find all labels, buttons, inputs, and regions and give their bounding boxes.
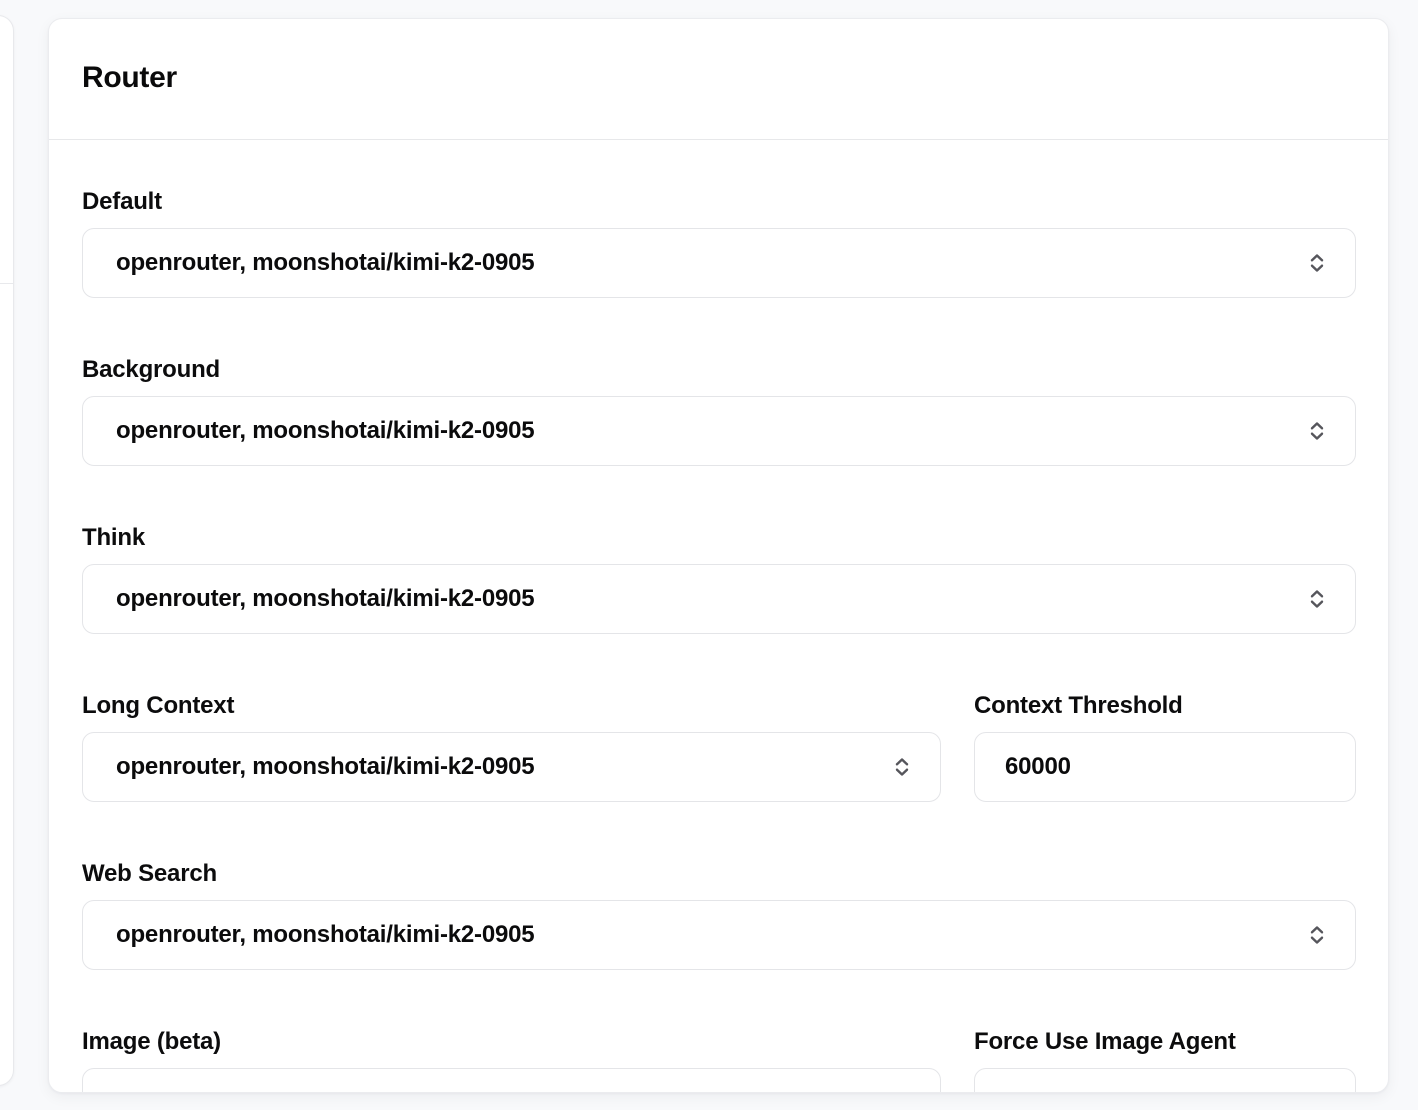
field-think: Think openrouter, moonshotai/kimi-k2-090… [82,523,1356,634]
long-context-label: Long Context [82,692,235,719]
web-search-label: Web Search [82,860,217,887]
long-context-column: Long Context openrouter, moonshotai/kimi… [82,691,941,802]
context-threshold-column: Context Threshold [974,691,1356,802]
card-body: Default openrouter, moonshotai/kimi-k2-0… [49,140,1388,1092]
card-title: Router [82,61,177,94]
left-partial-panel [0,15,14,1086]
background-select-value: openrouter, moonshotai/kimi-k2-0905 [116,417,535,444]
long-context-select-value: openrouter, moonshotai/kimi-k2-0905 [116,753,535,780]
context-threshold-label: Context Threshold [974,692,1183,719]
field-background: Background openrouter, moonshotai/kimi-k… [82,355,1356,466]
chevron-up-down-icon [1303,417,1331,445]
chevron-up-down-icon [1303,249,1331,277]
chevron-up-down-icon [888,753,916,781]
web-search-select-value: openrouter, moonshotai/kimi-k2-0905 [116,921,535,948]
think-label: Think [82,524,145,551]
long-context-model-select[interactable]: openrouter, moonshotai/kimi-k2-0905 [82,732,941,802]
force-image-agent-column: Force Use Image Agent [974,1027,1356,1092]
think-select-value: openrouter, moonshotai/kimi-k2-0905 [116,585,535,612]
force-image-agent-label: Force Use Image Agent [974,1028,1236,1055]
background-model-select[interactable]: openrouter, moonshotai/kimi-k2-0905 [82,396,1356,466]
image-model-select[interactable] [82,1068,941,1092]
default-label: Default [82,188,162,215]
background-label: Background [82,356,221,383]
router-settings-card: Router Default openrouter, moonshotai/ki… [48,18,1389,1093]
default-model-select[interactable]: openrouter, moonshotai/kimi-k2-0905 [82,228,1356,298]
field-web-search: Web Search openrouter, moonshotai/kimi-k… [82,859,1356,970]
default-select-value: openrouter, moonshotai/kimi-k2-0905 [116,249,535,276]
card-header: Router [49,19,1388,140]
chevron-up-down-icon [888,1089,916,1092]
context-threshold-input[interactable] [974,732,1356,802]
field-long-context-row: Long Context openrouter, moonshotai/kimi… [82,691,1356,802]
field-image-row: Image (beta) Force Use Image Agent [82,1027,1356,1092]
web-search-model-select[interactable]: openrouter, moonshotai/kimi-k2-0905 [82,900,1356,970]
image-label: Image (beta) [82,1028,221,1055]
chevron-up-down-icon [1303,585,1331,613]
field-default: Default openrouter, moonshotai/kimi-k2-0… [82,187,1356,298]
image-column: Image (beta) [82,1027,941,1092]
force-use-image-agent-input[interactable] [974,1068,1356,1092]
think-model-select[interactable]: openrouter, moonshotai/kimi-k2-0905 [82,564,1356,634]
left-panel-divider [0,283,13,284]
chevron-up-down-icon [1303,921,1331,949]
